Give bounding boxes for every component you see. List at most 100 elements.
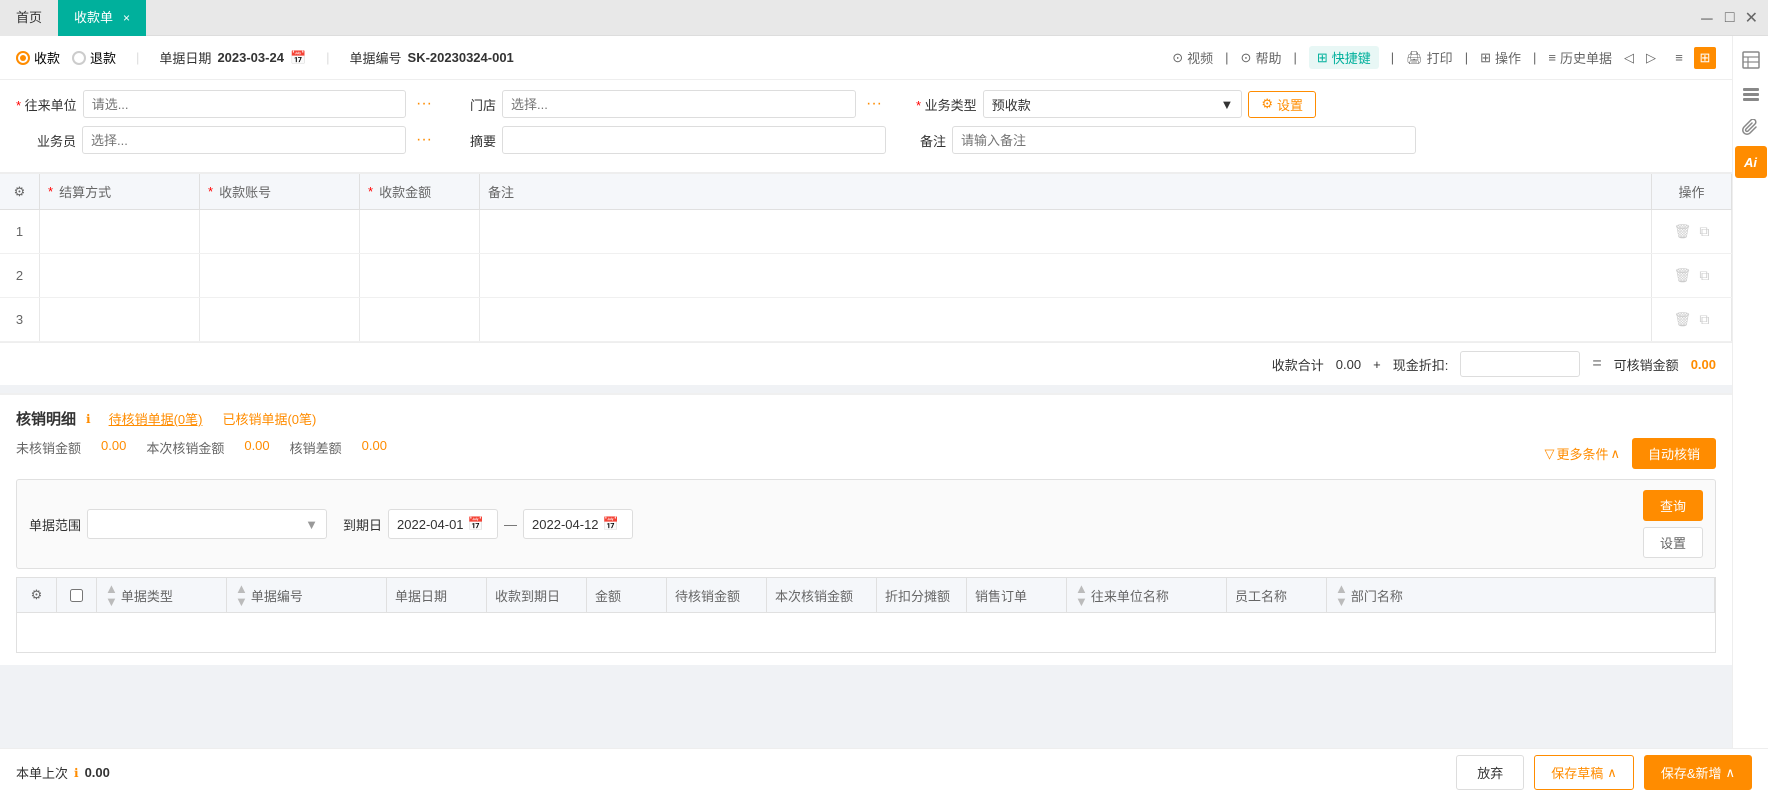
copy-icon[interactable]: ⧉ <box>1699 311 1709 328</box>
row-1-account[interactable] <box>200 210 360 253</box>
settings-button-2[interactable]: 设置 <box>1643 527 1703 558</box>
row-1-amount[interactable] <box>360 210 480 253</box>
right-sidebar: Ai <box>1732 36 1768 748</box>
action-col-header: 操作 <box>1652 174 1732 209</box>
verify-info-icon[interactable]: ℹ <box>86 412 91 426</box>
account-col-header: 收款账号 <box>200 174 360 209</box>
delete-icon[interactable]: 🗑 <box>1674 267 1692 284</box>
radio-shoukuan[interactable]: 收款 <box>16 48 60 67</box>
print-btn[interactable]: 🖨 打印 <box>1406 48 1453 67</box>
row-3-remark[interactable] <box>480 298 1652 341</box>
maximize-icon[interactable]: □ <box>1725 9 1735 27</box>
verify-section: 核销明细 ℹ 待核销单据(0笔) 已核销单据(0笔) 未核销金额 0.00 本次… <box>0 393 1732 665</box>
row-3-account[interactable] <box>200 298 360 341</box>
calendar-icon[interactable]: 📅 <box>290 50 306 66</box>
note-input[interactable] <box>952 126 1416 154</box>
tab-done[interactable]: 已核销单据(0笔) <box>214 407 324 430</box>
tab-current[interactable]: 收款单 × <box>58 0 146 36</box>
query-button[interactable]: 查询 <box>1643 490 1703 521</box>
biz-type-field: 业务类型 预收款 ▼ ⚙ 设置 <box>916 90 1316 118</box>
tab-home[interactable]: 首页 <box>0 0 58 36</box>
sidebar-list-icon[interactable] <box>1735 78 1767 110</box>
row-2-amount[interactable] <box>360 254 480 297</box>
tab-close-icon[interactable]: × <box>123 0 130 36</box>
staff-input[interactable] <box>82 126 406 154</box>
auto-verify-button[interactable]: 自动核销 <box>1632 438 1716 469</box>
current-verify-label: 本次核销金额 <box>146 438 224 469</box>
table-row: 3 🗑 ⧉ <box>0 298 1732 342</box>
btable-checkbox[interactable] <box>57 578 97 612</box>
sidebar-attachment-icon[interactable] <box>1735 112 1767 144</box>
delete-icon[interactable]: 🗑 <box>1674 311 1692 328</box>
sidebar-table-icon[interactable] <box>1735 44 1767 76</box>
shortcut-btn[interactable]: ⊞ 快捷键 <box>1309 46 1379 69</box>
btable-gear[interactable]: ⚙ <box>17 578 57 612</box>
table-row: 2 🗑 ⧉ <box>0 254 1732 298</box>
staff-more-btn[interactable]: ··· <box>412 131 436 149</box>
copy-icon[interactable]: ⧉ <box>1699 223 1709 240</box>
number-field: 单据编号 SK-20230324-001 <box>350 48 514 67</box>
save-draft-button[interactable]: 保存草稿 ∧ <box>1534 755 1634 790</box>
prev-info-icon[interactable]: ℹ <box>74 766 79 780</box>
date-to-input[interactable]: 2022-04-12 📅 <box>523 509 633 539</box>
summary-field: 摘要 <box>466 126 886 154</box>
chevron-down-icon: ▼ <box>1220 97 1233 112</box>
copy-icon[interactable]: ⧉ <box>1699 267 1709 284</box>
row-1-remark[interactable] <box>480 210 1652 253</box>
calendar-icon: 📅 <box>603 516 619 532</box>
history-btn[interactable]: ≡ 历史单据 <box>1548 48 1612 67</box>
row-2-settlement[interactable] <box>40 254 200 297</box>
table-row: 1 🗑 ⧉ <box>0 210 1732 254</box>
btable-type: ▲▼ 单据类型 <box>97 578 227 612</box>
remark-col-header: 备注 <box>480 174 1652 209</box>
tab-pending[interactable]: 待核销单据(0笔) <box>101 407 211 430</box>
row-1-settlement[interactable] <box>40 210 200 253</box>
gear-col-header[interactable]: ⚙ <box>0 174 40 209</box>
date-from-input[interactable]: 2022-04-01 📅 <box>388 509 498 539</box>
more-conditions-btn[interactable]: ▽ 更多条件 ∧ <box>1544 444 1620 463</box>
note-field: 备注 <box>916 126 1416 154</box>
select-all-checkbox[interactable] <box>70 589 83 602</box>
row-3-settlement[interactable] <box>40 298 200 341</box>
bottom-prev: 本单上次 ℹ 0.00 <box>16 763 110 782</box>
settings-button[interactable]: ⚙ 设置 <box>1248 91 1316 118</box>
shop-input[interactable] <box>502 90 856 118</box>
radio-group: 收款 退款 <box>16 48 116 67</box>
row-2-remark[interactable] <box>480 254 1652 297</box>
range-filter: 单据范围 ▼ <box>29 509 327 539</box>
minimize-icon[interactable]: － <box>1699 6 1715 30</box>
chevron-up-icon: ∧ <box>1607 765 1617 781</box>
help-btn[interactable]: ⊙ 帮助 <box>1241 48 1282 67</box>
partner-more-btn[interactable]: ··· <box>412 95 436 113</box>
row-3-amount[interactable] <box>360 298 480 341</box>
table-header: ⚙ 结算方式 收款账号 收款金额 备注 操作 <box>0 174 1732 210</box>
sidebar-ai-icon[interactable]: Ai <box>1735 146 1767 178</box>
biz-type-select[interactable]: 预收款 ▼ <box>983 90 1243 118</box>
layout-grid-icon[interactable]: ⊞ <box>1694 47 1716 69</box>
layout-list-icon[interactable]: ≡ <box>1668 47 1690 69</box>
row-2-account[interactable] <box>200 254 360 297</box>
partner-field: 往来单位 ··· <box>16 90 436 118</box>
unverified-value: 0.00 <box>101 438 126 469</box>
save-new-button[interactable]: 保存&新增 ∧ <box>1644 755 1752 790</box>
row-2-actions: 🗑 ⧉ <box>1652 254 1732 297</box>
close-icon[interactable]: ✕ <box>1745 8 1758 28</box>
main-table: ⚙ 结算方式 收款账号 收款金额 备注 操作 1 <box>0 173 1732 342</box>
radio-tuikuan[interactable]: 退款 <box>72 48 116 67</box>
prev-label: 本单上次 <box>16 763 68 782</box>
biz-type-label: 业务类型 <box>916 95 977 114</box>
verify-tabs: 待核销单据(0笔) 已核销单据(0笔) <box>101 407 325 430</box>
operation-btn[interactable]: ⊞ 操作 <box>1480 48 1521 67</box>
summary-input[interactable] <box>502 126 886 154</box>
bottom-actions: 放弃 保存草稿 ∧ 保存&新增 ∧ <box>1456 755 1752 790</box>
delete-icon[interactable]: 🗑 <box>1674 223 1692 240</box>
form-row-2: 业务员 ··· 摘要 备注 <box>16 126 1716 154</box>
discount-input[interactable] <box>1460 351 1580 377</box>
shop-more-btn[interactable]: ··· <box>862 95 886 113</box>
btable-dept: ▲▼ 部门名称 <box>1327 578 1715 612</box>
video-btn[interactable]: ⊙ 视频 <box>1172 48 1213 67</box>
partner-input[interactable] <box>83 90 406 118</box>
btable-staff: 员工名称 <box>1227 578 1327 612</box>
range-select[interactable]: ▼ <box>87 509 327 539</box>
abandon-button[interactable]: 放弃 <box>1456 755 1524 790</box>
